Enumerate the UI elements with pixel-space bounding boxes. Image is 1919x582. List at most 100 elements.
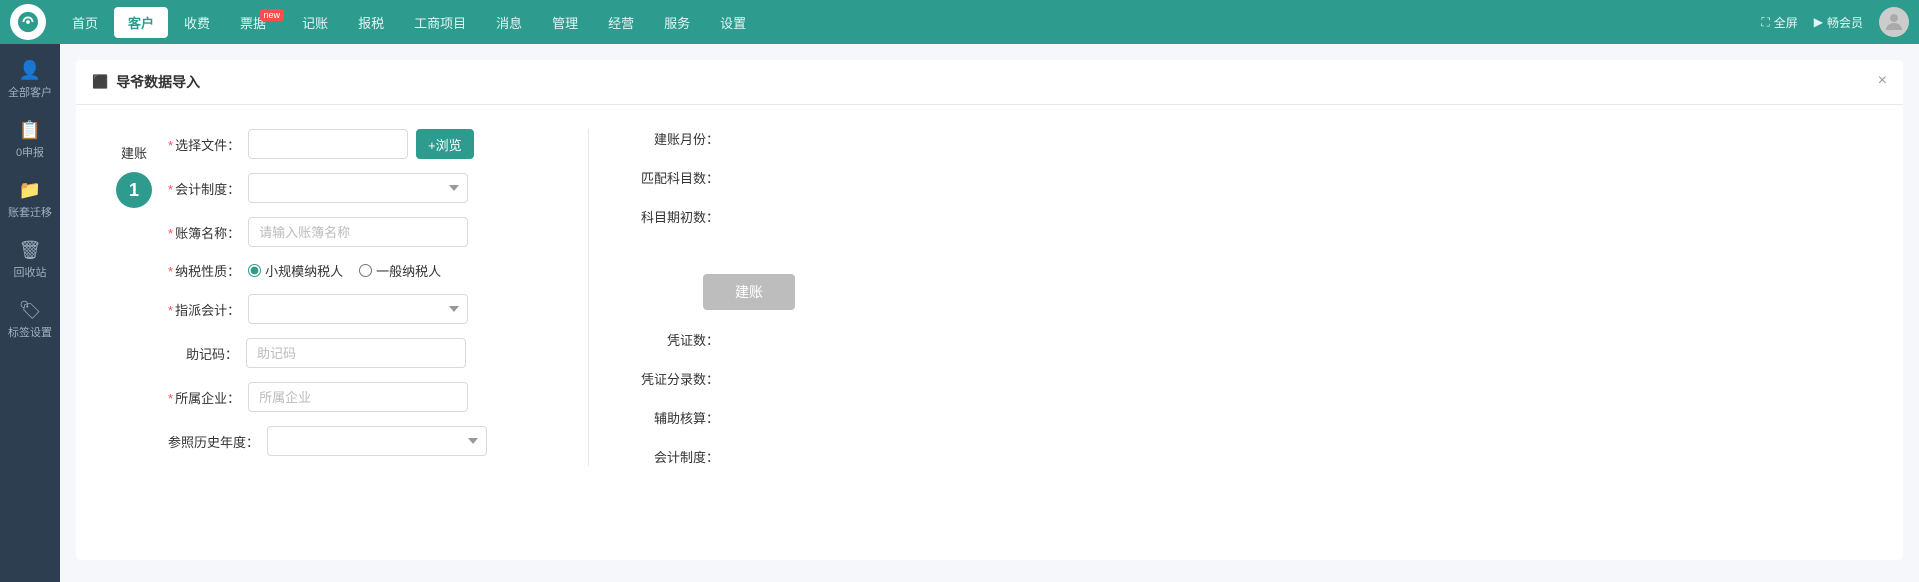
migration-icon: 📁 bbox=[19, 180, 41, 201]
info-entries-row: 凭证分录数： bbox=[629, 369, 869, 388]
tax-row: *纳税性质： 小规模纳税人 一般纳税人 bbox=[168, 261, 548, 280]
accountant-required: * bbox=[168, 303, 173, 318]
sidebar-item-all-customers[interactable]: 👤 全部客户 bbox=[0, 52, 60, 108]
nav-items: 首页 客户 收费 票据 new 记账 报税 工商项目 消息 管理 经营 服务 设… bbox=[58, 7, 1761, 38]
memo-label: 助记码： bbox=[168, 344, 238, 363]
panel-header: ⬛ 导爷数据导入 × bbox=[76, 60, 1903, 105]
ledger-required: * bbox=[168, 226, 173, 241]
company-row: *所属企业： bbox=[168, 382, 548, 412]
tax-small-label: 小规模纳税人 bbox=[265, 261, 343, 280]
nav-item-business[interactable]: 工商项目 bbox=[400, 7, 480, 38]
tax-general-input[interactable] bbox=[359, 264, 372, 277]
form-fields: *选择文件： +浏览 *会计制度： bbox=[168, 129, 548, 456]
step-label: 建账 bbox=[121, 133, 147, 162]
import-panel: ⬛ 导爷数据导入 × 建账 1 *选择文件： bbox=[76, 60, 1903, 560]
info-period-label: 科目期初数： bbox=[629, 207, 719, 226]
nav-item-manage[interactable]: 管理 bbox=[538, 7, 592, 38]
build-account-button[interactable]: 建账 bbox=[703, 274, 795, 310]
member-icon: ▶ bbox=[1814, 15, 1823, 29]
all-customers-icon: 👤 bbox=[19, 60, 41, 81]
accounting-row: *会计制度： bbox=[168, 173, 548, 203]
history-label: 参照历史年度： bbox=[168, 432, 259, 451]
nav-item-home[interactable]: 首页 bbox=[58, 7, 112, 38]
tax-small-input[interactable] bbox=[248, 264, 261, 277]
company-label: *所属企业： bbox=[168, 388, 240, 407]
accountant-label: *指派会计： bbox=[168, 300, 240, 319]
accountant-select[interactable] bbox=[248, 294, 468, 324]
tax-radio-group: 小规模纳税人 一般纳税人 bbox=[248, 261, 441, 280]
nav-item-settings[interactable]: 设置 bbox=[706, 7, 760, 38]
file-required: * bbox=[168, 138, 173, 153]
nav-item-bookkeeping[interactable]: 记账 bbox=[288, 7, 342, 38]
nav-item-tax[interactable]: 报税 bbox=[344, 7, 398, 38]
declaration-icon: 📋 bbox=[19, 120, 41, 141]
accounting-select[interactable] bbox=[248, 173, 468, 203]
sidebar: 👤 全部客户 📋 0申报 📁 账套迁移 🗑 回收站 🏷 标签设置 bbox=[0, 44, 60, 582]
ledger-input[interactable] bbox=[248, 217, 468, 247]
new-badge: new bbox=[260, 9, 285, 21]
ledger-row: *账簿名称： bbox=[168, 217, 548, 247]
browse-button[interactable]: +浏览 bbox=[416, 129, 474, 159]
accountant-row: *指派会计： bbox=[168, 294, 548, 324]
file-input[interactable] bbox=[248, 129, 408, 159]
memo-input[interactable] bbox=[246, 338, 466, 368]
info-accounting-sys-label: 会计制度： bbox=[629, 447, 719, 466]
file-label: *选择文件： bbox=[168, 135, 240, 154]
company-input[interactable] bbox=[248, 382, 468, 412]
tax-label: *纳税性质： bbox=[168, 261, 240, 280]
history-select[interactable] bbox=[267, 426, 487, 456]
logo bbox=[10, 4, 46, 40]
sidebar-item-label-declaration: 0申报 bbox=[16, 144, 44, 160]
nav-item-fee[interactable]: 收费 bbox=[170, 7, 224, 38]
layout: 👤 全部客户 📋 0申报 📁 账套迁移 🗑 回收站 🏷 标签设置 ⬛ 导爷数据导… bbox=[0, 44, 1919, 582]
ledger-label: *账簿名称： bbox=[168, 223, 240, 242]
info-match-label: 匹配科目数： bbox=[629, 168, 719, 187]
avatar[interactable] bbox=[1879, 7, 1909, 37]
history-row: 参照历史年度： bbox=[168, 426, 548, 456]
step-badge: 1 bbox=[116, 172, 152, 208]
info-month-label: 建账月份： bbox=[629, 129, 719, 148]
nav-item-invoice[interactable]: 票据 new bbox=[226, 7, 286, 38]
right-info: 建账月份： 匹配科目数： 科目期初数： 建账 凭证 bbox=[629, 129, 869, 466]
member-btn[interactable]: ▶ 畅会员 bbox=[1814, 14, 1863, 31]
import-icon: ⬛ bbox=[92, 74, 108, 90]
nav-right: ⛶ 全屏 ▶ 畅会员 bbox=[1761, 7, 1909, 37]
trash-icon: 🗑 bbox=[19, 240, 42, 261]
sidebar-item-label-trash: 回收站 bbox=[14, 264, 47, 280]
step-section: 建账 1 *选择文件： +浏览 bbox=[116, 129, 548, 466]
sidebar-item-migration[interactable]: 📁 账套迁移 bbox=[0, 172, 60, 228]
fullscreen-icon: ⛶ bbox=[1761, 15, 1769, 30]
accounting-label: *会计制度： bbox=[168, 179, 240, 198]
tax-general-label: 一般纳税人 bbox=[376, 261, 441, 280]
top-nav: 首页 客户 收费 票据 new 记账 报税 工商项目 消息 管理 经营 服务 设… bbox=[0, 0, 1919, 44]
vertical-divider bbox=[588, 129, 589, 466]
nav-item-service[interactable]: 服务 bbox=[650, 7, 704, 38]
nav-item-customer[interactable]: 客户 bbox=[114, 7, 168, 38]
nav-item-operation[interactable]: 经营 bbox=[594, 7, 648, 38]
form-area: 建账 1 *选择文件： +浏览 bbox=[76, 105, 1903, 490]
nav-item-message[interactable]: 消息 bbox=[482, 7, 536, 38]
info-period-row: 科目期初数： bbox=[629, 207, 869, 226]
memo-row: 助记码： bbox=[168, 338, 548, 368]
tax-small-radio[interactable]: 小规模纳税人 bbox=[248, 261, 343, 280]
tax-required: * bbox=[168, 264, 173, 279]
info-month-row: 建账月份： bbox=[629, 129, 869, 148]
close-button[interactable]: × bbox=[1878, 72, 1887, 90]
main-content: ⬛ 导爷数据导入 × 建账 1 *选择文件： bbox=[60, 44, 1919, 582]
info-accounting-sys-row: 会计制度： bbox=[629, 447, 869, 466]
sidebar-item-declaration[interactable]: 📋 0申报 bbox=[0, 112, 60, 168]
info-match-row: 匹配科目数： bbox=[629, 168, 869, 187]
sidebar-item-tags[interactable]: 🏷 标签设置 bbox=[0, 292, 60, 348]
info-entries-label: 凭证分录数： bbox=[629, 369, 719, 388]
member-label: 畅会员 bbox=[1827, 14, 1863, 31]
tags-icon: 🏷 bbox=[19, 300, 42, 321]
info-voucher-label: 凭证数： bbox=[629, 330, 719, 349]
fullscreen-btn[interactable]: ⛶ 全屏 bbox=[1761, 14, 1797, 31]
panel-title: 导爷数据导入 bbox=[116, 72, 200, 92]
tax-general-radio[interactable]: 一般纳税人 bbox=[359, 261, 441, 280]
sidebar-item-trash[interactable]: 🗑 回收站 bbox=[0, 232, 60, 288]
info-aux-label: 辅助核算： bbox=[629, 408, 719, 427]
info-voucher-row: 凭证数： bbox=[629, 330, 869, 349]
sidebar-item-label-customers: 全部客户 bbox=[8, 84, 52, 100]
accounting-required: * bbox=[168, 182, 173, 197]
